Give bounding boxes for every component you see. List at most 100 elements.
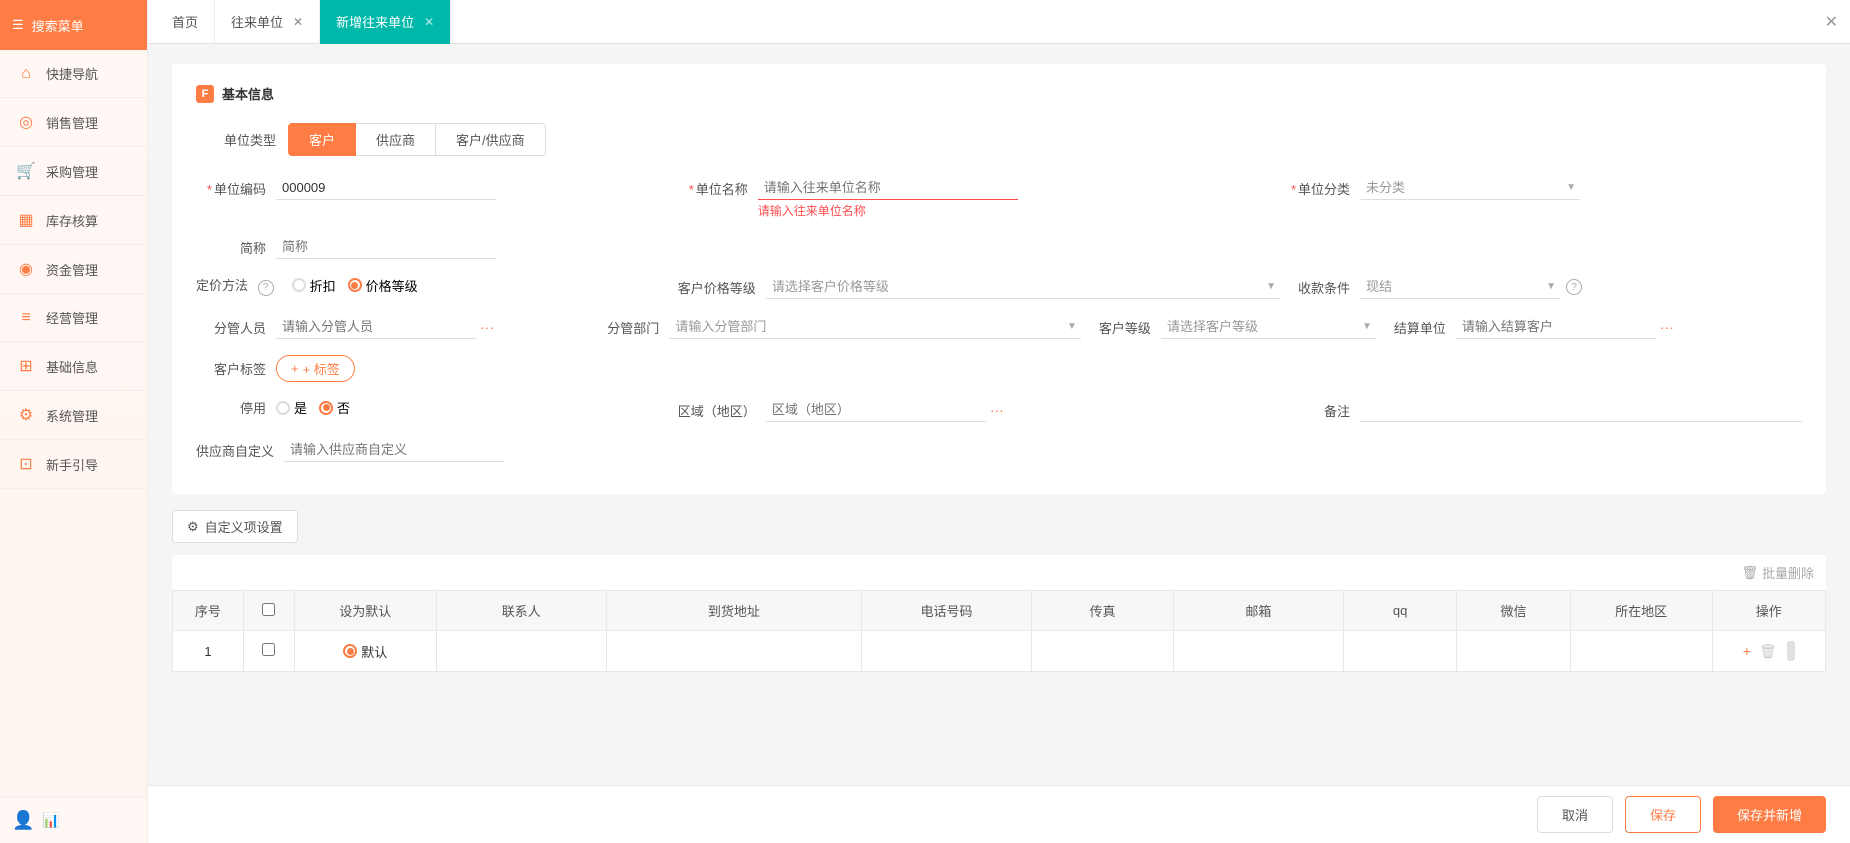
unit-name-label: *单位名称 (678, 179, 748, 198)
customer-level-field: 客户等级 请选择客户等级 ▼ (1081, 315, 1376, 339)
tag-add-button[interactable]: + + 标签 (276, 355, 355, 382)
region-more-button[interactable]: ··· (986, 402, 1008, 418)
qq-input[interactable] (1352, 644, 1448, 659)
th-default: 设为默认 (294, 591, 436, 631)
contact-input[interactable] (445, 644, 598, 659)
cancel-button[interactable]: 取消 (1537, 796, 1613, 833)
save-button[interactable]: 保存 (1625, 796, 1701, 833)
td-contact (436, 631, 606, 672)
user-icon: 👤 (12, 810, 34, 831)
delete-icon: 🗑 (1741, 565, 1758, 581)
short-name-field: 简称 (196, 235, 678, 259)
dept-select-wrapper: 请输入分管部门 ▼ (669, 315, 1081, 339)
sidebar-item-purchase[interactable]: 🛒 采购管理 (0, 147, 147, 196)
settlement-label: 结算单位 (1376, 318, 1446, 337)
drag-handle[interactable] (1787, 641, 1795, 661)
content-area: F 基本信息 单位类型 客户 供应商 客户/供应商 *单位编码 (148, 44, 1850, 843)
payment-terms-select[interactable]: 现结 (1360, 275, 1560, 298)
table-thead: 序号 设为默认 联系人 到货地址 电话号码 传真 邮箱 qq 微信 (173, 591, 1826, 631)
table-header-tr: 序号 设为默认 联系人 到货地址 电话号码 传真 邮箱 qq 微信 (173, 591, 1826, 631)
radio-discount[interactable]: 折扣 (292, 276, 336, 295)
row-default-radio[interactable]: 默认 (303, 642, 428, 661)
dept-select[interactable]: 请输入分管部门 (669, 315, 1081, 338)
sidebar-search[interactable]: ☰ 搜索菜单 (0, 0, 147, 50)
delete-row-button[interactable]: 🗑 (1759, 643, 1777, 660)
sidebar-item-label: 资金管理 (46, 260, 98, 279)
custom-settings-button[interactable]: ⚙ 自定义项设置 (172, 510, 298, 543)
form-row-disabled: 停用 是 否 区域（地区） ··· (196, 398, 1802, 422)
unit-category-label: *单位分类 (1280, 179, 1350, 198)
payment-help-icon[interactable]: ? (1566, 279, 1582, 295)
region-input[interactable] (766, 398, 986, 422)
manager-input[interactable] (276, 315, 476, 339)
unit-type-label: 单位类型 (196, 130, 276, 149)
settlement-more-button[interactable]: ··· (1656, 319, 1678, 335)
sidebar-item-label: 快捷导航 (46, 64, 98, 83)
customer-price-level-select[interactable]: 请选择客户价格等级 (766, 275, 1280, 298)
tag-field: 客户标签 + + 标签 (196, 355, 1802, 382)
sidebar-item-basic[interactable]: ⊞ 基础信息 (0, 342, 147, 391)
pricing-method-field: 定价方法 ? 折扣 价格等级 (196, 275, 678, 296)
sidebar-item-inventory[interactable]: ▦ 库存核算 (0, 196, 147, 245)
save-and-new-button[interactable]: 保存并新增 (1713, 796, 1826, 833)
batch-delete-label: 批量删除 (1762, 563, 1814, 582)
radio-level[interactable]: 价格等级 (348, 276, 418, 295)
settlement-input[interactable] (1456, 315, 1656, 339)
tab-new-partner[interactable]: 新增往来单位 ✕ (320, 0, 451, 44)
row-actions: + 🗑 (1721, 641, 1817, 661)
region-row-input[interactable] (1579, 644, 1704, 659)
unit-code-input[interactable] (276, 176, 496, 200)
row-checkbox[interactable] (262, 643, 275, 656)
tab-close-partner[interactable]: ✕ (293, 15, 303, 29)
add-row-button[interactable]: + (1743, 643, 1751, 659)
finance-icon: ◉ (16, 259, 36, 279)
supplier-custom-input[interactable] (284, 438, 504, 462)
fax-input[interactable] (1040, 644, 1165, 659)
payment-terms-select-wrapper: 现结 ▼ (1360, 275, 1560, 299)
pricing-help-icon[interactable]: ? (258, 280, 274, 296)
section-title-text: 基本信息 (222, 84, 274, 103)
main-area: 首页 往来单位 ✕ 新增往来单位 ✕ ✕ F 基本信息 单位类型 客户 供应商 … (148, 0, 1850, 843)
tab-home[interactable]: 首页 (156, 0, 215, 44)
th-phone: 电话号码 (861, 591, 1031, 631)
inventory-icon: ▦ (16, 210, 36, 230)
unit-name-error: 请输入往来单位名称 (758, 202, 866, 219)
wx-input[interactable] (1465, 644, 1561, 659)
unit-category-select[interactable]: 未分类 (1360, 176, 1580, 199)
close-all-tabs-button[interactable]: ✕ (1825, 12, 1838, 32)
sidebar-item-system[interactable]: ⚙ 系统管理 (0, 391, 147, 440)
manager-more-button[interactable]: ··· (476, 319, 498, 335)
unit-type-customer-button[interactable]: 客户 (288, 123, 356, 156)
table-row: 1 默认 (173, 631, 1826, 672)
td-default: 默认 (294, 631, 436, 672)
sidebar-item-quick-nav[interactable]: ⌂ 快捷导航 (0, 50, 147, 98)
short-name-label: 简称 (196, 238, 266, 257)
sidebar-item-guide[interactable]: ⊡ 新手引导 (0, 440, 147, 489)
radio-circle-default (343, 644, 357, 658)
system-icon: ⚙ (16, 405, 36, 425)
addr-input[interactable] (615, 644, 853, 659)
guide-icon: ⊡ (16, 454, 36, 474)
tab-partner[interactable]: 往来单位 ✕ (215, 0, 320, 44)
radio-circle-yes (276, 401, 290, 415)
footer-bar: 取消 保存 保存并新增 (148, 785, 1850, 843)
sidebar-item-sales[interactable]: ◎ 销售管理 (0, 98, 147, 147)
tab-close-new-partner[interactable]: ✕ (424, 15, 434, 29)
batch-delete-button[interactable]: 🗑 批量删除 (1741, 563, 1814, 582)
email-input[interactable] (1182, 644, 1335, 659)
short-name-input[interactable] (276, 235, 496, 259)
select-all-checkbox[interactable] (262, 603, 275, 616)
remark-input[interactable] (1360, 398, 1802, 422)
unit-name-input[interactable] (758, 176, 1018, 200)
unit-type-both-button[interactable]: 客户/供应商 (435, 123, 546, 156)
sidebar-item-operations[interactable]: ≡ 经营管理 (0, 294, 147, 342)
radio-disabled-no[interactable]: 否 (319, 398, 350, 417)
unit-type-supplier-button[interactable]: 供应商 (356, 123, 435, 156)
section-title: F 基本信息 (196, 84, 1802, 103)
phone-input[interactable] (870, 644, 1023, 659)
radio-disabled-yes[interactable]: 是 (276, 398, 307, 417)
th-checkbox (243, 591, 294, 631)
unit-type-row: 单位类型 客户 供应商 客户/供应商 (196, 123, 1802, 156)
customer-level-select[interactable]: 请选择客户等级 (1161, 315, 1376, 338)
sidebar-item-finance[interactable]: ◉ 资金管理 (0, 245, 147, 294)
